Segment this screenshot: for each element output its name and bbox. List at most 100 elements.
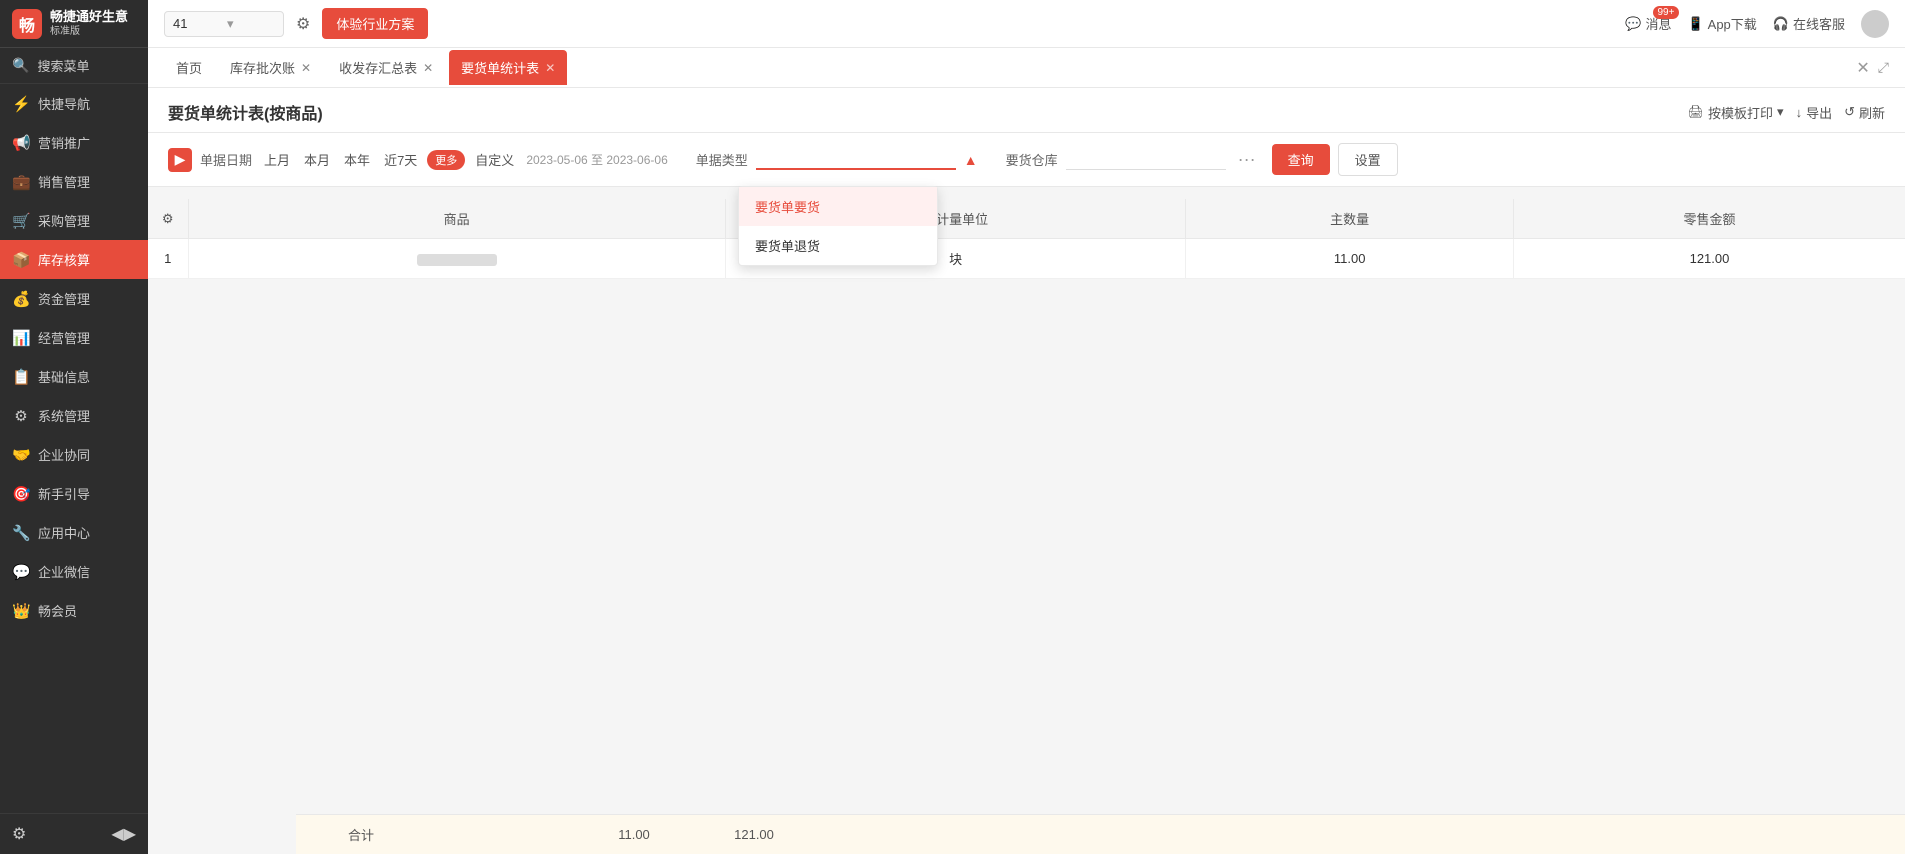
dropdown-item-yaohuo-tuihuo[interactable]: 要货单退货: [739, 226, 937, 265]
table-footer: 合计 11.00 121.00: [296, 814, 1905, 854]
tabs-bar: 首页 库存批次账 ✕ 收发存汇总表 ✕ 要货单统计表 ✕ ✕ ⤢: [148, 48, 1905, 88]
sidebar-item-zijin[interactable]: 💰 资金管理: [0, 279, 148, 318]
row-index: 1: [148, 239, 188, 279]
sidebar-item-xitong[interactable]: ⚙ 系统管理: [0, 396, 148, 435]
message-button[interactable]: 💬 消息 99+: [1625, 14, 1671, 33]
message-badge: 99+: [1653, 6, 1680, 19]
page-actions: 🖨 按模板打印 ▾ ↓ 导出 ↺ 刷新: [1688, 103, 1886, 122]
date-btn-7days[interactable]: 近7天: [380, 148, 421, 171]
sidebar-item-caigou[interactable]: 🛒 采购管理: [0, 201, 148, 240]
more-filters-icon[interactable]: ···: [1238, 149, 1256, 170]
service-label: 在线客服: [1793, 14, 1845, 33]
sidebar-item-jichu[interactable]: 📋 基础信息: [0, 357, 148, 396]
sidebar-item-qiye[interactable]: 🤝 企业协同: [0, 435, 148, 474]
sidebar-item-jingying[interactable]: 📊 经营管理: [0, 318, 148, 357]
huiyuan-icon: 👑: [12, 602, 30, 620]
print-button[interactable]: 🖨 按模板打印 ▾: [1688, 103, 1784, 122]
sidebar-item-kuaijie[interactable]: ⚡ 快捷导航: [0, 84, 148, 123]
sidebar-item-label: 经营管理: [38, 328, 136, 347]
settings-button[interactable]: 设置: [1338, 143, 1398, 176]
print-icon: 🖨: [1688, 104, 1705, 120]
tab-shoudinghuizong[interactable]: 收发存汇总表 ✕: [327, 50, 445, 85]
date-btn-custom[interactable]: 自定义: [471, 148, 518, 171]
sidebar-item-huiyuan[interactable]: 👑 畅会员: [0, 591, 148, 630]
company-selector[interactable]: 41 ▾: [164, 11, 284, 37]
filter-toggle-button[interactable]: ▶: [168, 148, 192, 172]
footer-lingshao: 121.00: [694, 827, 814, 842]
jingying-icon: 📊: [12, 329, 30, 347]
data-table-container: ⚙ 商品 主计量单位 主数量 零售金额 1 块 11.00 121.00: [148, 199, 1905, 279]
zijin-icon: 💰: [12, 290, 30, 308]
sidebar-item-label: 快捷导航: [38, 94, 136, 113]
xiaoshou-icon: 💼: [12, 173, 30, 191]
sidebar-search-item[interactable]: 🔍 搜索菜单: [0, 48, 148, 84]
service-button[interactable]: 🎧 在线客服: [1773, 14, 1845, 33]
tab-kucun-pizhang[interactable]: 库存批次账 ✕: [218, 50, 323, 85]
sidebar-item-label: 企业协同: [38, 445, 136, 464]
app-icon: 📱: [1687, 16, 1703, 32]
date-btn-last-month[interactable]: 上月: [260, 148, 294, 171]
sidebar-item-yingyong[interactable]: 🔧 应用中心: [0, 513, 148, 552]
settings-footer-icon[interactable]: ⚙: [12, 824, 26, 844]
date-btn-this-month[interactable]: 本月: [300, 148, 334, 171]
topbar-left: 41 ▾ ⚙ 体验行业方案: [164, 8, 428, 39]
table-row: 1 块 11.00 121.00: [148, 239, 1905, 279]
sidebar-item-label: 新手引导: [38, 484, 136, 503]
table-header-row: ⚙ 商品 主计量单位 主数量 零售金额: [148, 199, 1905, 239]
kuaijie-icon: ⚡: [12, 95, 30, 113]
toggle-sidebar-icon[interactable]: ◀▶: [111, 824, 136, 844]
tab-label: 收发存汇总表: [339, 58, 417, 77]
type-input[interactable]: [756, 149, 956, 170]
tab-close-icon[interactable]: ✕: [423, 62, 433, 74]
tab-close-icon[interactable]: ✕: [301, 62, 311, 74]
sidebar-item-label: 采购管理: [38, 211, 136, 230]
export-button[interactable]: ↓ 导出: [1796, 103, 1833, 122]
message-icon: 💬: [1625, 16, 1641, 32]
topbar: 41 ▾ ⚙ 体验行业方案 💬 消息 99+ 📱 App下载 🎧 在线客服: [148, 0, 1905, 48]
sidebar-item-kucun[interactable]: 📦 库存核算: [0, 240, 148, 279]
tab-close-icon[interactable]: ✕: [545, 62, 555, 74]
qiye-icon: 🤝: [12, 446, 30, 464]
tab-label: 库存批次账: [230, 58, 295, 77]
date-btn-more[interactable]: 更多: [427, 150, 465, 170]
sidebar-item-label: 系统管理: [38, 406, 136, 425]
date-shortcuts: 上月 本月 本年 近7天 更多 自定义: [260, 148, 518, 171]
dropdown-item-yaohuo-yaohuo[interactable]: 要货单要货: [739, 187, 937, 226]
app-label: App下载: [1708, 14, 1757, 33]
refresh-button[interactable]: ↺ 刷新: [1844, 103, 1885, 122]
topbar-gear-icon[interactable]: ⚙: [296, 14, 310, 34]
query-button[interactable]: 查询: [1272, 144, 1330, 175]
warehouse-input[interactable]: [1066, 150, 1226, 170]
sidebar-item-label: 库存核算: [38, 250, 136, 269]
user-avatar[interactable]: [1861, 10, 1889, 38]
sidebar-item-label: 销售管理: [38, 172, 136, 191]
column-header-zhushuliang: 主数量: [1186, 199, 1514, 239]
tab-yaohuotongji[interactable]: 要货单统计表 ✕: [449, 50, 567, 85]
warehouse-label: 要货仓库: [1006, 150, 1058, 169]
type-dropdown-arrow[interactable]: ▲: [964, 152, 978, 168]
sidebar-item-xinshou[interactable]: 🎯 新手引导: [0, 474, 148, 513]
filter-row: ▶ 单据日期 上月 本月 本年 近7天 更多 自定义 2023-05-06 至 …: [148, 133, 1905, 187]
column-header-gear[interactable]: ⚙: [148, 199, 188, 239]
refresh-label: 刷新: [1859, 103, 1885, 122]
sidebar-item-yingxiao[interactable]: 📢 营销推广: [0, 123, 148, 162]
kucun-icon: 📦: [12, 251, 30, 269]
sidebar-item-weixin[interactable]: 💬 企业微信: [0, 552, 148, 591]
topbar-right: 💬 消息 99+ 📱 App下载 🎧 在线客服: [1625, 10, 1889, 38]
expand-tabs-icon[interactable]: ⤢: [1878, 59, 1889, 76]
date-btn-this-year[interactable]: 本年: [340, 148, 374, 171]
xitong-icon: ⚙: [12, 407, 30, 425]
close-all-tabs-button[interactable]: ✕: [1856, 58, 1869, 78]
trial-button[interactable]: 体验行业方案: [322, 8, 428, 39]
sidebar-item-xiaoshou[interactable]: 💼 销售管理: [0, 162, 148, 201]
app-download-button[interactable]: 📱 App下载: [1687, 14, 1756, 33]
tab-home[interactable]: 首页: [164, 50, 214, 85]
export-icon: ↓: [1796, 105, 1803, 120]
main-area: 41 ▾ ⚙ 体验行业方案 💬 消息 99+ 📱 App下载 🎧 在线客服: [148, 0, 1905, 854]
logo-icon: 畅: [12, 9, 42, 39]
type-label: 单据类型: [696, 150, 748, 169]
logo-text: 畅捷通好生意 标准版: [50, 9, 128, 39]
service-icon: 🎧: [1773, 16, 1789, 32]
page-content: 要货单统计表(按商品) 🖨 按模板打印 ▾ ↓ 导出 ↺ 刷新: [148, 88, 1905, 854]
yingyong-icon: 🔧: [12, 524, 30, 542]
